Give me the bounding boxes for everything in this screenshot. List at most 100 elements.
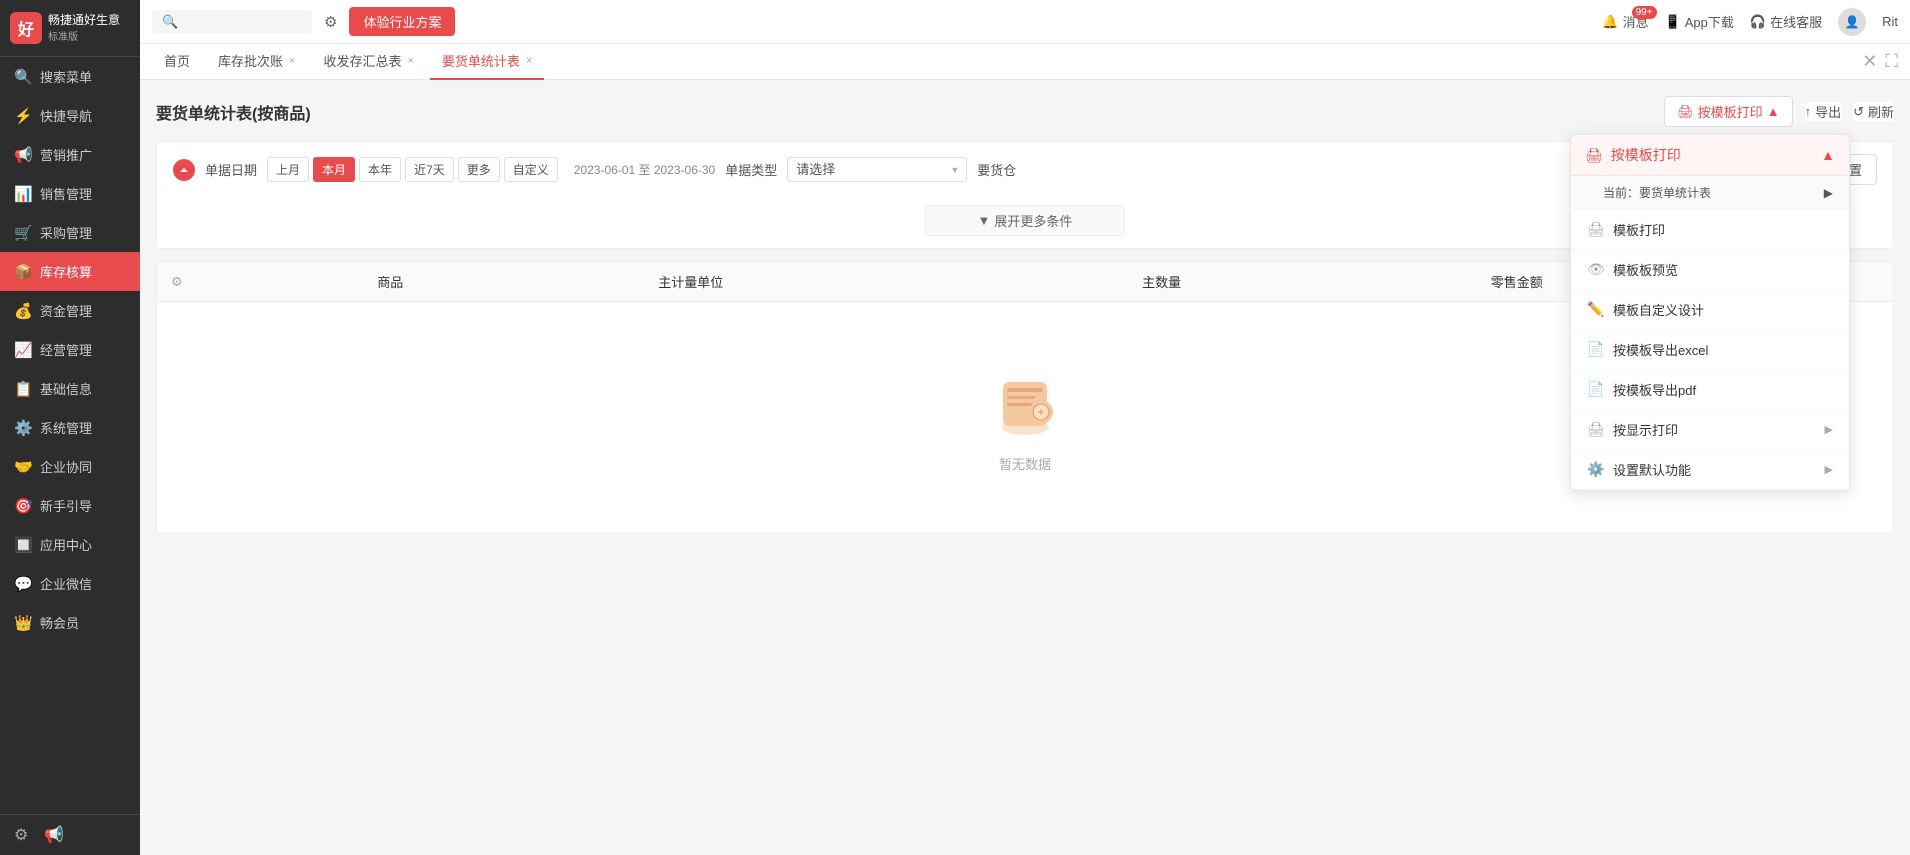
page-actions: 🖨 按模板打印 ▲ ↑ 导出 ↺ 刷新 (1664, 96, 1894, 127)
col-header-0[interactable]: ⚙ (157, 262, 363, 302)
expand-tabs-button[interactable]: ⛶ (1885, 51, 1898, 72)
topbar-gear-icon[interactable]: ⚙ (324, 13, 337, 31)
refresh-button[interactable]: ↺ 刷新 (1853, 102, 1894, 121)
table-settings-icon[interactable]: ⚙ (171, 274, 183, 289)
dropdown-section-default_func[interactable]: ⚙️ 设置默认功能 ▶ (1571, 450, 1849, 490)
dropdown-label-template_excel: 按模板导出excel (1613, 340, 1708, 359)
sidebar-item-collab[interactable]: 🤝企业协同 (0, 447, 140, 486)
sidebar-label-purchase: 采购管理 (40, 223, 92, 242)
content-area: 要货单统计表(按商品) 🖨 按模板打印 ▲ ↑ 导出 ↺ 刷新 (140, 80, 1910, 855)
search-box[interactable]: 🔍 (152, 10, 312, 34)
dropdown-item-left-template_pdf: 📄 按模板导出pdf (1587, 380, 1696, 399)
sidebar-icon-system: ⚙️ (14, 419, 32, 437)
app-download-label: App下载 (1685, 12, 1734, 31)
username: Rit (1882, 14, 1898, 29)
sidebar-item-system[interactable]: ⚙️系统管理 (0, 408, 140, 447)
dropdown-arrow-default_func: ▶ (1825, 463, 1833, 476)
sidebar-item-guide[interactable]: 🎯新手引导 (0, 486, 140, 525)
dropdown-label-template_pdf: 按模板导出pdf (1613, 380, 1696, 399)
export-button[interactable]: ↑ 导出 (1805, 102, 1842, 121)
dropdown-label-template_preview: 模板板预览 (1613, 260, 1678, 279)
printer-header-icon: 🖨 (1585, 147, 1603, 164)
date-btn-本年[interactable]: 本年 (359, 157, 401, 182)
sidebar-item-inventory[interactable]: 📦库存核算 (0, 252, 140, 291)
sidebar-icon-quicknav: ⚡ (14, 107, 32, 125)
date-btn-近7天[interactable]: 近7天 (405, 157, 454, 182)
online-service-label: 在线客服 (1770, 12, 1822, 31)
trial-button[interactable]: 体验行业方案 (349, 7, 455, 36)
dropdown-item-template_custom[interactable]: ✏️ 模板自定义设计 (1571, 290, 1849, 330)
sidebar-item-basic[interactable]: 📋基础信息 (0, 369, 140, 408)
tab-收发存汇总表[interactable]: 收发存汇总表 × (311, 44, 425, 80)
sidebar-scroll: 🔍搜索菜单 ⚡ 快捷导航 📢营销推广📊销售管理 🛒 采购管理 📦库存核算💰资金管理 📈 经营管理… (0, 57, 140, 814)
tab-close-icon[interactable]: × (289, 55, 295, 67)
sidebar-label-sales: 销售管理 (40, 184, 92, 203)
dropdown-item-left-template_preview: 👁 模板板预览 (1587, 260, 1678, 279)
date-range: 2023-06-01 至 2023-06-30 (574, 161, 715, 178)
sidebar-item-operation[interactable]: 📈 经营管理 (0, 330, 140, 369)
sidebar-item-purchase[interactable]: 🛒 采购管理 (0, 213, 140, 252)
app-download-button[interactable]: 📱 App下载 (1665, 12, 1734, 31)
tab-库存批次账[interactable]: 库存批次账× (206, 44, 307, 80)
sidebar-icon-wechat: 💬 (14, 575, 32, 593)
printer-icon: 🖨 (1677, 104, 1694, 120)
dropdown-item-template_preview[interactable]: 👁 模板板预览 (1571, 250, 1849, 290)
dropdown-item-template_pdf[interactable]: 📄 按模板导出pdf (1571, 370, 1849, 410)
settings-icon[interactable]: ⚙ (14, 825, 28, 845)
sidebar-label-finance: 资金管理 (40, 301, 92, 320)
dropdown-current-item[interactable]: 当前：要货单统计表 ▶ (1571, 176, 1849, 210)
dropdown-section-label-display_print: 按显示打印 (1613, 420, 1678, 439)
dropdown-section-left-default_func: ⚙️ 设置默认功能 (1587, 460, 1691, 479)
dropdown-icon-template_pdf: 📄 (1587, 381, 1603, 398)
dropdown-icon-template_custom: ✏️ (1587, 301, 1603, 318)
app-name: 畅捷通好生意 (48, 13, 120, 29)
dropdown-title: 🖨 按模板打印 (1585, 145, 1681, 165)
empty-illustration (985, 362, 1065, 442)
sidebar-item-member[interactable]: 👑畅会员 (0, 603, 140, 642)
sidebar-icon-operation: 📈 (14, 341, 32, 359)
sidebar-label-operation: 经营管理 (40, 340, 92, 359)
sidebar-logo: 好 畅捷通好生意 标准版 (0, 0, 140, 57)
date-btn-更多[interactable]: 更多 (458, 157, 500, 182)
sidebar-item-marketing[interactable]: 📢营销推广 (0, 135, 140, 174)
sidebar-icon-guide: 🎯 (14, 497, 32, 515)
sidebar-item-search[interactable]: 🔍搜索菜单 (0, 57, 140, 96)
filter-collapse-icon[interactable] (173, 159, 195, 181)
bell-icon: 🔔 (1602, 14, 1618, 30)
sidebar-item-quicknav[interactable]: ⚡ 快捷导航 (0, 96, 140, 135)
sidebar-label-wechat: 企业微信 (40, 574, 92, 593)
page-title: 要货单统计表(按商品) (156, 100, 311, 124)
type-select[interactable]: 请选择 (787, 157, 967, 182)
col-header-1: 商品 (363, 262, 644, 302)
message-button[interactable]: 🔔 消息 99+ (1602, 12, 1648, 31)
sidebar-item-wechat[interactable]: 💬 企业微信 (0, 564, 140, 603)
tab-close-icon[interactable]: × (526, 55, 532, 67)
sidebar-item-sales[interactable]: 📊销售管理 (0, 174, 140, 213)
date-btn-上月[interactable]: 上月 (267, 157, 309, 182)
refresh-icon: ↺ (1853, 104, 1864, 120)
tab-bar: 首页库存批次账×收发存汇总表×要货单统计表× ✕ ⛶ (140, 44, 1910, 80)
tab-要货单统计表[interactable]: 要货单统计表× (430, 44, 544, 80)
dropdown-item-template_print[interactable]: 🖨 模板打印 (1571, 210, 1849, 250)
template-print-button[interactable]: 🖨 按模板打印 ▲ (1664, 96, 1792, 127)
sidebar-icon-purchase: 🛒 (14, 224, 32, 242)
expand-more-btn[interactable]: ▼ 展开更多条件 (925, 205, 1125, 236)
tab-首页[interactable]: 首页 (152, 44, 202, 80)
sidebar-item-finance[interactable]: 💰资金管理 (0, 291, 140, 330)
sidebar-item-appstore[interactable]: 🔲应用中心 (0, 525, 140, 564)
download-icon: 📱 (1665, 14, 1681, 30)
dropdown-section-display_print[interactable]: 🖨 按显示打印 ▶ (1571, 410, 1849, 450)
online-service-button[interactable]: 🎧 在线客服 (1750, 12, 1822, 31)
speaker-icon[interactable]: 📢 (44, 825, 64, 845)
tab-label: 收发存汇总表 (323, 51, 401, 70)
sidebar-label-quicknav: 快捷导航 (40, 106, 92, 125)
close-tab-button[interactable]: ✕ (1862, 51, 1877, 72)
dropdown-close-button[interactable]: ▲ (1821, 147, 1835, 163)
avatar[interactable]: 👤 (1838, 8, 1866, 36)
date-btn-自定义[interactable]: 自定义 (504, 157, 558, 182)
dropdown-item-template_excel[interactable]: 📄 按模板导出excel (1571, 330, 1849, 370)
search-input[interactable] (182, 15, 292, 29)
message-badge: 99+ (1632, 6, 1657, 19)
tab-close-icon[interactable]: × (407, 55, 413, 67)
date-btn-本月[interactable]: 本月 (313, 157, 355, 182)
